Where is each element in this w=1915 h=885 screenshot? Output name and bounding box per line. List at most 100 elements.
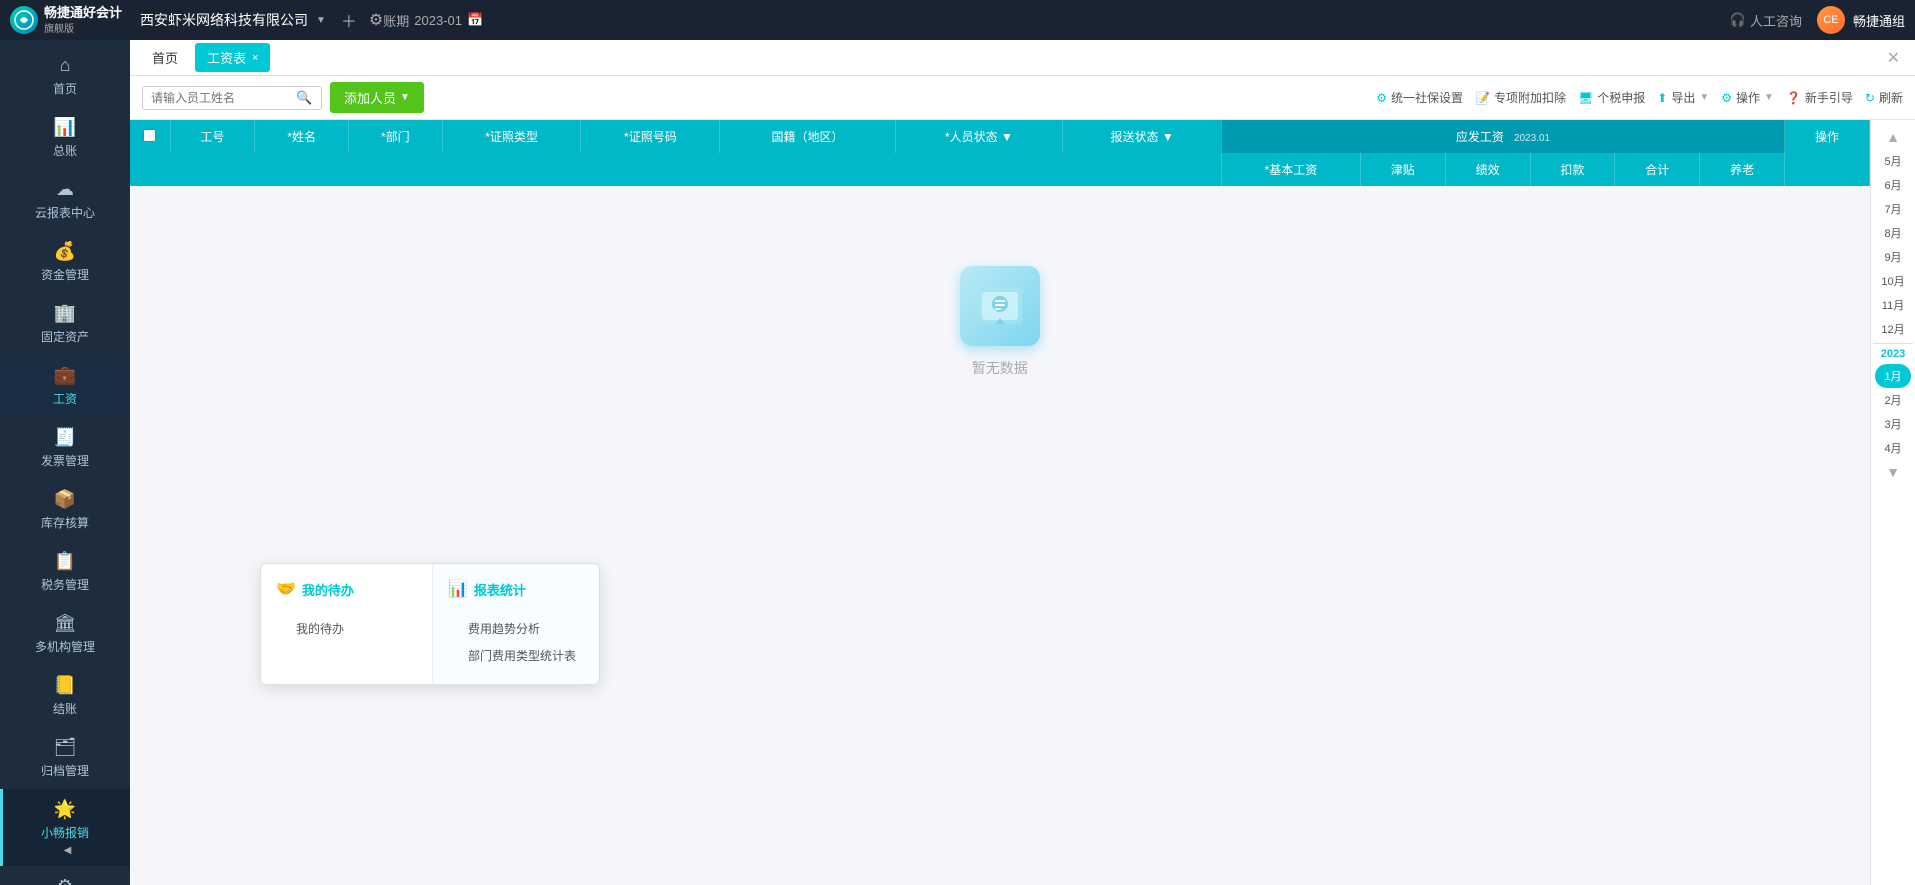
tax-report-btn[interactable]: 🖥 个税申报 (1578, 89, 1645, 106)
timeline-up-icon[interactable]: ▲ (1882, 125, 1904, 149)
popup-col-right: 📊 报表统计 费用趋势分析 部门费用类型统计表 (432, 564, 599, 684)
finance-icon: 💰 (54, 241, 76, 262)
timeline-month-12[interactable]: 12月 (1875, 317, 1911, 341)
tax-icon: 📋 (54, 551, 76, 572)
timeline-month-2[interactable]: 2月 (1875, 388, 1911, 412)
timeline-month-8[interactable]: 8月 (1875, 221, 1911, 245)
period-value: 2023-01 (414, 13, 462, 28)
timeline-month-6[interactable]: 6月 (1875, 173, 1911, 197)
global-close-icon[interactable]: ✕ (1882, 45, 1905, 72)
sidebar-label-close-account: 结账 (53, 700, 77, 717)
popup-item-todo[interactable]: 我的待办 (276, 615, 412, 642)
help-button[interactable]: 🎧 人工咨询 (1730, 11, 1802, 30)
timeline-month-5[interactable]: 5月 (1875, 149, 1911, 173)
sidebar-item-home[interactable]: ⌂ 首页 (0, 45, 130, 107)
sidebar-item-ledger[interactable]: 📊 总账 (0, 107, 130, 169)
sidebar-item-inventory[interactable]: 📦 库存核算 (0, 479, 130, 541)
th-empty-space (130, 153, 1221, 186)
social-insurance-label: 统一社保设置 (1391, 89, 1463, 106)
calendar-icon[interactable]: 📅 (467, 12, 483, 28)
sidebar-label-home: 首页 (53, 80, 77, 97)
sidebar-item-tax[interactable]: 📋 税务管理 (0, 541, 130, 603)
tab-home[interactable]: 首页 (140, 43, 190, 72)
sidebar-item-finance[interactable]: 💰 资金管理 (0, 231, 130, 293)
timeline-month-7[interactable]: 7月 (1875, 197, 1911, 221)
search-icon: 🔍 (296, 90, 312, 106)
add-icon[interactable]: ＋ (341, 8, 357, 32)
popup-menu: 🤝 我的待办 我的待办 📊 报表统计 费用趋势分析 (260, 563, 600, 685)
th-person-status[interactable]: *人员状态 ▼ (895, 120, 1063, 153)
help-label: 人工咨询 (1750, 11, 1802, 30)
deduction-btn[interactable]: 📝 专项附加扣除 (1475, 89, 1566, 106)
filter-icon: ▼ (1001, 130, 1013, 144)
assets-icon: 🏢 (54, 303, 76, 324)
refresh-btn[interactable]: ↻ 刷新 (1865, 89, 1903, 106)
filter2-icon: ▼ (1162, 130, 1174, 144)
th-base-salary: *基本工资 (1221, 153, 1360, 186)
timeline-month-4[interactable]: 4月 (1875, 436, 1911, 460)
company-chevron-icon[interactable]: ▼ (316, 15, 326, 26)
timeline-month-3[interactable]: 3月 (1875, 412, 1911, 436)
ledger-icon: 📊 (54, 117, 76, 138)
select-all-checkbox[interactable] (143, 129, 156, 142)
popup-item-trend[interactable]: 费用趋势分析 (448, 615, 584, 642)
guide-icon: ❓ (1786, 91, 1801, 105)
sidebar-item-invoice[interactable]: 🧾 发票管理 (0, 417, 130, 479)
sidebar-item-assets[interactable]: 🏢 固定资产 (0, 293, 130, 355)
export-btn[interactable]: ⬆ 导出 ▼ (1657, 89, 1709, 106)
timeline-month-11[interactable]: 11月 (1875, 293, 1911, 317)
timeline-down-icon[interactable]: ▼ (1882, 460, 1904, 484)
guide-btn[interactable]: ❓ 新手引导 (1786, 89, 1853, 106)
empty-text: 暂无数据 (972, 358, 1028, 378)
popup-right-title-text: 报表统计 (474, 580, 526, 599)
home-icon: ⌂ (60, 55, 71, 76)
sidebar-item-close-account[interactable]: 📒 结账 (0, 665, 130, 727)
search-input[interactable] (151, 91, 291, 105)
close-account-icon: 📒 (54, 675, 76, 696)
sidebar-item-xiaochang[interactable]: 🌟 小畅报销 ◀ (0, 789, 130, 866)
popup-item-todo-label: 我的待办 (296, 622, 344, 636)
timeline-month-1[interactable]: 1月 (1875, 364, 1911, 388)
timeline-month-10[interactable]: 10月 (1875, 269, 1911, 293)
add-person-button[interactable]: 添加人员 ▼ (330, 82, 424, 113)
popup-left-icon: 🤝 (276, 579, 296, 599)
app-logo-icon (10, 6, 38, 34)
sidebar-arrow-icon: ◀ (64, 845, 72, 856)
inventory-icon: 📦 (54, 489, 76, 510)
period-selector[interactable]: 账期 2023-01 📅 (383, 11, 483, 30)
sidebar-label-invoice: 发票管理 (41, 452, 89, 469)
refresh-label: 刷新 (1879, 89, 1903, 106)
empty-row: 暂无数据 (130, 186, 1870, 458)
popup-item-dept-stats[interactable]: 部门费用类型统计表 (448, 642, 584, 669)
app-sub: 旗舰版 (44, 20, 122, 35)
th-report-status[interactable]: 报送状态 ▼ (1063, 120, 1222, 153)
sidebar-label-xiaochang: 小畅报销 (41, 824, 89, 841)
operation-icon: ⚙ (1721, 91, 1732, 105)
export-label: 导出 (1671, 89, 1695, 106)
timeline-month-9[interactable]: 9月 (1875, 245, 1911, 269)
sidebar-label-salary: 工资 (53, 390, 77, 407)
sidebar-item-archive[interactable]: 🗂 归档管理 (0, 727, 130, 789)
content-area: 首页 工资表 × ✕ 🔍 添加人员 ▼ ⚙ 统一社保设 (130, 40, 1915, 885)
operation-btn[interactable]: ⚙ 操作 ▼ (1721, 89, 1774, 106)
export-dropdown-icon: ▼ (1699, 92, 1709, 103)
sidebar-item-multi-org[interactable]: 🏛 多机构管理 (0, 603, 130, 665)
operation-label: 操作 (1736, 89, 1760, 106)
sidebar: ⌂ 首页 📊 总账 ☁ 云报表中心 💰 资金管理 🏢 固定资产 💼 工资 🧾 发… (0, 40, 130, 885)
tab-salary-sheet[interactable]: 工资表 × (195, 43, 270, 72)
search-box[interactable]: 🔍 (142, 86, 322, 110)
tab-close-icon[interactable]: × (252, 52, 258, 64)
user-area[interactable]: CE 畅捷通组 (1817, 6, 1905, 34)
company-selector[interactable]: 西安虾米网络科技有限公司 ▼ (140, 10, 326, 30)
sidebar-item-cloud-report[interactable]: ☁ 云报表中心 (0, 169, 130, 231)
th-deduction: 扣款 (1530, 153, 1615, 186)
sidebar-item-salary[interactable]: 💼 工资 (0, 355, 130, 417)
sidebar-item-basic-settings[interactable]: ⚙ 基础设置 (0, 866, 130, 885)
table-header-row: 工号 *姓名 *部门 *证照类型 *证照号码 国籍（地区） *人员状态 ▼ 报送… (130, 120, 1870, 153)
settings-icon[interactable]: ⚙ (369, 10, 383, 30)
tab-bar: 首页 工资表 × ✕ (130, 40, 1915, 76)
social-insurance-btn[interactable]: ⚙ 统一社保设置 (1376, 89, 1463, 106)
sidebar-label-inventory: 库存核算 (41, 514, 89, 531)
th-checkbox[interactable] (130, 120, 170, 153)
archive-icon: 🗂 (54, 737, 77, 758)
